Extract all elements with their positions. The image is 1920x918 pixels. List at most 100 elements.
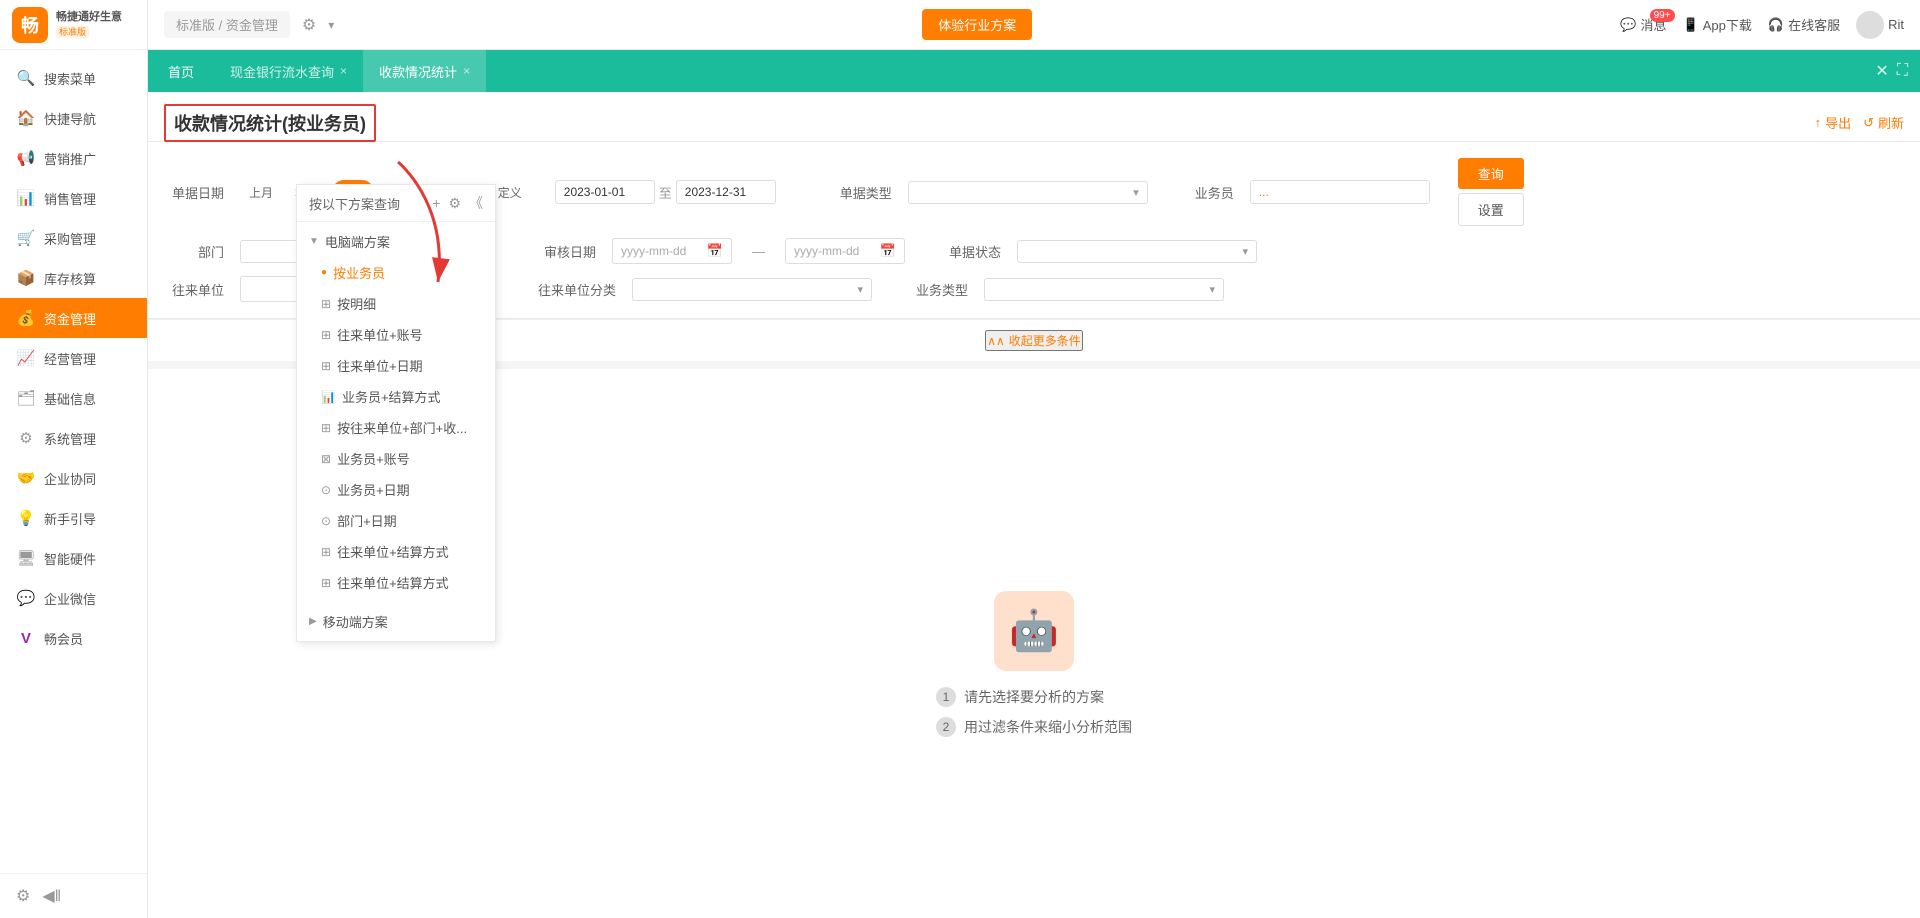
tab-home[interactable]: 首页 bbox=[148, 50, 214, 92]
page-header: 收款情况统计(按业务员) ↑ 导出 ↺ 刷新 bbox=[148, 92, 1920, 142]
scheme-item-icon-7: ⊙ bbox=[321, 483, 331, 497]
tab-bank-close[interactable]: × bbox=[340, 64, 347, 78]
tab-bar: 首页 现金银行流水查询 × 收款情况统计 × ✕ ⛶ bbox=[148, 50, 1920, 92]
doc-status-select[interactable]: ▾ bbox=[1017, 240, 1257, 263]
empty-step-2: 2 用过滤条件来缩小分析范围 bbox=[936, 717, 1132, 737]
sidebar-item-purchase[interactable]: 🛒 采购管理 bbox=[0, 218, 147, 258]
collapse-sidebar-icon[interactable]: ◀‖ bbox=[42, 886, 61, 906]
doc-status-label: 单据状态 bbox=[941, 242, 1001, 261]
scheme-mobile-group: ▶ 移动端方案 bbox=[297, 602, 495, 641]
wechat-icon: 💬 bbox=[16, 588, 36, 608]
edition-badge: 标准版 bbox=[56, 26, 89, 38]
scheme-item-8[interactable]: ⊙ 部门+日期 bbox=[297, 505, 495, 536]
refresh-button[interactable]: ↺ 刷新 bbox=[1863, 113, 1904, 132]
audit-date-to[interactable]: yyyy-mm-dd 📅 bbox=[785, 238, 905, 264]
scheme-group-desktop-header[interactable]: ▼ 电脑端方案 bbox=[297, 226, 495, 257]
setting-button[interactable]: 设置 bbox=[1458, 193, 1524, 226]
tab-bank[interactable]: 现金银行流水查询 × bbox=[214, 50, 363, 92]
purchase-icon: 🛒 bbox=[16, 228, 36, 248]
sidebar-item-basic[interactable]: 🗂 基础信息 bbox=[0, 378, 147, 418]
sidebar-item-member[interactable]: V 畅会员 bbox=[0, 618, 147, 658]
tab-expand-icon[interactable]: ⛶ bbox=[1897, 62, 1908, 80]
tab-close-all-icon[interactable]: ✕ bbox=[1875, 61, 1888, 81]
finance-icon: 💰 bbox=[16, 308, 36, 328]
scheme-item-3[interactable]: ⊞ 往来单位+日期 bbox=[297, 350, 495, 381]
date-tab-last-month[interactable]: 上月 bbox=[240, 180, 282, 205]
scheme-item-icon-10: ⊞ bbox=[321, 576, 331, 590]
scheme-item-icon-5: ⊞ bbox=[321, 421, 331, 435]
member-icon: V bbox=[16, 628, 36, 648]
date-to-input[interactable] bbox=[676, 180, 776, 204]
logo-text: 畅捷通好生意 标准版 bbox=[56, 10, 122, 39]
counterpart-type-select[interactable]: ▾ bbox=[632, 278, 872, 301]
collapse-button[interactable]: ∧∧ 收起更多条件 bbox=[985, 330, 1083, 351]
sidebar-bottom: ⚙ ◀‖ bbox=[0, 873, 147, 918]
sidebar-item-guide[interactable]: 💡 新手引导 bbox=[0, 498, 147, 538]
scheme-item-6[interactable]: ⊠ 业务员+账号 bbox=[297, 443, 495, 474]
biz-type-chevron: ▾ bbox=[1209, 283, 1215, 296]
scheme-item-4[interactable]: 📊 业务员+结算方式 bbox=[297, 381, 495, 412]
app-download-action[interactable]: 📱 App下载 bbox=[1683, 15, 1752, 34]
top-header: 标准版 / 资金管理 ⚙ ▾ 体验行业方案 💬 消息 99+ 📱 App下载 🎧… bbox=[148, 0, 1920, 50]
scheme-item-10[interactable]: ⊞ 往来单位+结算方式 bbox=[297, 567, 495, 598]
scheme-settings-btn[interactable]: ⚙ bbox=[448, 195, 461, 212]
empty-illustration: 🤖 bbox=[974, 551, 1094, 671]
scheme-item-2[interactable]: ⊞ 往来单位+账号 bbox=[297, 319, 495, 350]
salesman-select[interactable]: ... bbox=[1250, 180, 1430, 204]
sidebar-item-wechat[interactable]: 💬 企业微信 bbox=[0, 578, 147, 618]
sidebar-item-business[interactable]: 📈 经营管理 bbox=[0, 338, 147, 378]
gear-icon[interactable]: ⚙ bbox=[302, 15, 316, 35]
sidebar-item-search[interactable]: 🔍 搜索菜单 bbox=[0, 58, 147, 98]
scheme-item-icon-6: ⊠ bbox=[321, 452, 331, 466]
message-action[interactable]: 💬 消息 99+ bbox=[1620, 15, 1666, 34]
doc-type-select[interactable]: ▾ bbox=[908, 181, 1148, 204]
sidebar-item-shortcut[interactable]: 🏠 快捷导航 bbox=[0, 98, 147, 138]
date-from-input[interactable] bbox=[555, 180, 655, 204]
biz-type-label: 业务类型 bbox=[908, 280, 968, 299]
online-service-action[interactable]: 🎧 在线客服 bbox=[1768, 15, 1840, 34]
scheme-collapse-btn[interactable]: 《 bbox=[469, 193, 483, 213]
export-button[interactable]: ↑ 导出 bbox=[1815, 113, 1852, 132]
scheme-group-arrow: ▼ bbox=[309, 236, 319, 247]
scheme-item-0[interactable]: ● 按业务员 bbox=[297, 257, 495, 288]
page-title: 收款情况统计(按业务员) bbox=[164, 104, 376, 142]
scheme-group-mobile-header[interactable]: ▶ 移动端方案 bbox=[297, 606, 495, 637]
scheme-item-icon-2: ⊞ bbox=[321, 328, 331, 342]
basic-icon: 🗂 bbox=[16, 388, 36, 408]
date-label: 单据日期 bbox=[164, 183, 224, 202]
calendar-icon-to: 📅 bbox=[880, 243, 896, 259]
scheme-item-icon-4: 📊 bbox=[321, 390, 336, 404]
content-area: 收款情况统计(按业务员) ↑ 导出 ↺ 刷新 单据日期 bbox=[148, 92, 1920, 918]
message-badge: 99+ bbox=[1650, 9, 1675, 22]
scheme-item-icon-1: ⊞ bbox=[321, 297, 331, 311]
scheme-item-9[interactable]: ⊞ 往来单位+结算方式 bbox=[297, 536, 495, 567]
query-button[interactable]: 查询 bbox=[1458, 158, 1524, 189]
tab-receipt-close[interactable]: × bbox=[463, 64, 470, 78]
trial-button[interactable]: 体验行业方案 bbox=[922, 9, 1032, 40]
scheme-item-1[interactable]: ⊞ 按明细 bbox=[297, 288, 495, 319]
doc-type-label: 单据类型 bbox=[832, 183, 892, 202]
biz-type-select[interactable]: ▾ bbox=[984, 278, 1224, 301]
salesman-more: ... bbox=[1259, 185, 1269, 199]
sidebar-item-enterprise[interactable]: 🤝 企业协同 bbox=[0, 458, 147, 498]
sales-icon: 📊 bbox=[16, 188, 36, 208]
audit-date-label: 审核日期 bbox=[536, 242, 596, 261]
tab-receipt[interactable]: 收款情况统计 × bbox=[363, 50, 486, 92]
sidebar-item-sales[interactable]: 📊 销售管理 bbox=[0, 178, 147, 218]
sidebar-item-finance[interactable]: 💰 资金管理 bbox=[0, 298, 147, 338]
scheme-add-btn[interactable]: + bbox=[432, 195, 440, 211]
sidebar-item-marketing[interactable]: 📢 营销推广 bbox=[0, 138, 147, 178]
user-avatar-action[interactable]: Rit bbox=[1856, 11, 1904, 39]
home-icon: 🏠 bbox=[16, 108, 36, 128]
doc-type-chevron: ▾ bbox=[1133, 186, 1139, 199]
sidebar-item-hardware[interactable]: 🖥 智能硬件 bbox=[0, 538, 147, 578]
export-icon: ↑ bbox=[1815, 115, 1822, 130]
audit-date-from[interactable]: yyyy-mm-dd 📅 bbox=[612, 238, 732, 264]
guide-icon: 💡 bbox=[16, 508, 36, 528]
scheme-item-5[interactable]: ⊞ 按往来单位+部门+收... bbox=[297, 412, 495, 443]
sidebar-item-inventory[interactable]: 📦 库存核算 bbox=[0, 258, 147, 298]
scheme-item-7[interactable]: ⊙ 业务员+日期 bbox=[297, 474, 495, 505]
sidebar-item-system[interactable]: ⚙ 系统管理 bbox=[0, 418, 147, 458]
inventory-icon: 📦 bbox=[16, 268, 36, 288]
settings-bottom-icon[interactable]: ⚙ bbox=[16, 886, 30, 906]
